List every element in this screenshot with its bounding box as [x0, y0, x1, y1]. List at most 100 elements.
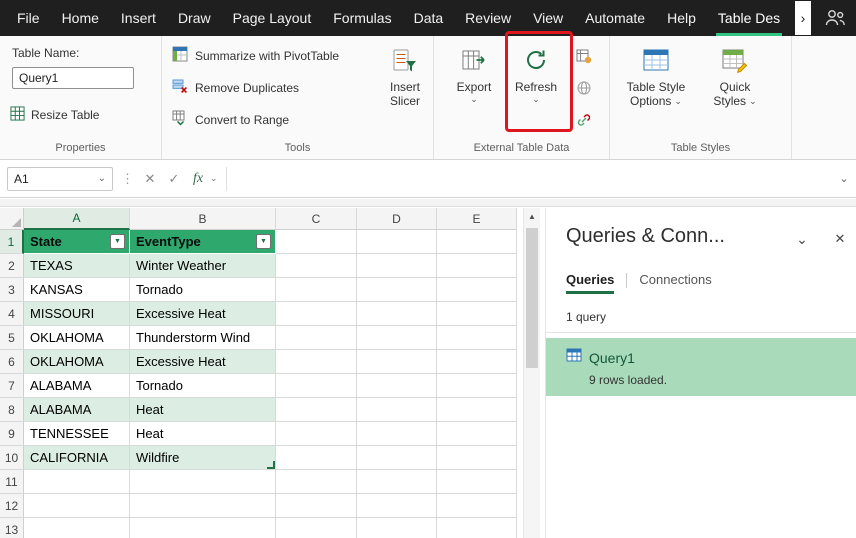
cell-B1[interactable]: EventType▼ [130, 230, 276, 254]
cell-B2[interactable]: Winter Weather [130, 254, 276, 278]
row-header-5[interactable]: 5 [0, 326, 24, 350]
cell-B13[interactable] [130, 518, 276, 538]
cell-C8[interactable] [276, 398, 357, 422]
cell-D13[interactable] [357, 518, 437, 538]
menu-tab-formulas[interactable]: Formulas [322, 0, 402, 36]
cell-A7[interactable]: ALABAMA [24, 374, 130, 398]
insert-slicer-button[interactable]: Insert Slicer [380, 38, 430, 140]
menu-tab-review[interactable]: Review [454, 0, 522, 36]
cell-E5[interactable] [437, 326, 517, 350]
cell-B12[interactable] [130, 494, 276, 518]
menu-tab-table-design[interactable]: Table Des [707, 0, 791, 36]
row-header-2[interactable]: 2 [0, 254, 24, 278]
row-header-3[interactable]: 3 [0, 278, 24, 302]
cell-A5[interactable]: OKLAHOMA [24, 326, 130, 350]
menu-tab-draw[interactable]: Draw [167, 0, 222, 36]
cell-A4[interactable]: MISSOURI [24, 302, 130, 326]
insert-function-button[interactable]: fx [186, 167, 210, 191]
cell-E12[interactable] [437, 494, 517, 518]
table-style-options-button[interactable]: Table Style Options ⌄ [618, 38, 694, 140]
cell-A8[interactable]: ALABAMA [24, 398, 130, 422]
cell-A1[interactable]: State▼ [24, 230, 130, 254]
column-header-A[interactable]: A [24, 208, 130, 230]
cell-A9[interactable]: TENNESSEE [24, 422, 130, 446]
menu-tab-help[interactable]: Help [656, 0, 707, 36]
panel-chevron-icon[interactable]: ⌄ [791, 228, 813, 250]
cell-D10[interactable] [357, 446, 437, 470]
cell-A11[interactable] [24, 470, 130, 494]
panel-close-icon[interactable]: ✕ [829, 228, 851, 250]
table-properties-button[interactable] [572, 44, 596, 68]
column-header-B[interactable]: B [130, 208, 276, 230]
cell-A13[interactable] [24, 518, 130, 538]
menu-tab-automate[interactable]: Automate [574, 0, 656, 36]
cell-D6[interactable] [357, 350, 437, 374]
vertical-scrollbar[interactable]: ▲ [523, 208, 540, 538]
cell-B8[interactable]: Heat [130, 398, 276, 422]
cell-D11[interactable] [357, 470, 437, 494]
enter-button[interactable]: ✓ [162, 167, 186, 191]
people-icon[interactable] [821, 7, 849, 29]
cell-B11[interactable] [130, 470, 276, 494]
row-header-6[interactable]: 6 [0, 350, 24, 374]
cell-C4[interactable] [276, 302, 357, 326]
cell-A2[interactable]: TEXAS [24, 254, 130, 278]
cell-B3[interactable]: Tornado [130, 278, 276, 302]
scroll-up-icon[interactable]: ▲ [524, 208, 540, 225]
name-box-chevron-icon[interactable]: ⌄ [98, 173, 106, 184]
cell-C3[interactable] [276, 278, 357, 302]
table-name-input[interactable] [12, 67, 134, 89]
row-header-7[interactable]: 7 [0, 374, 24, 398]
cell-D9[interactable] [357, 422, 437, 446]
cell-C1[interactable] [276, 230, 357, 254]
cell-B7[interactable]: Tornado [130, 374, 276, 398]
row-header-13[interactable]: 13 [0, 518, 24, 538]
cell-C10[interactable] [276, 446, 357, 470]
menu-tab-data[interactable]: Data [403, 0, 455, 36]
cell-D1[interactable] [357, 230, 437, 254]
cell-E11[interactable] [437, 470, 517, 494]
filter-dropdown-button[interactable]: ▼ [256, 234, 271, 249]
summarize-with-pivottable-button[interactable]: Summarize with PivotTable [172, 46, 339, 65]
row-header-10[interactable]: 10 [0, 446, 24, 470]
row-header-8[interactable]: 8 [0, 398, 24, 422]
resize-table-button[interactable]: Resize Table [10, 106, 99, 124]
row-header-1[interactable]: 1 [0, 230, 24, 254]
cell-C7[interactable] [276, 374, 357, 398]
menu-tab-view[interactable]: View [522, 0, 574, 36]
cell-E8[interactable] [437, 398, 517, 422]
cancel-button[interactable]: ✕ [138, 167, 162, 191]
tab-overflow-button[interactable]: › [795, 1, 811, 35]
cell-D7[interactable] [357, 374, 437, 398]
cell-E10[interactable] [437, 446, 517, 470]
remove-duplicates-button[interactable]: Remove Duplicates [172, 78, 299, 97]
cell-E13[interactable] [437, 518, 517, 538]
cell-D4[interactable] [357, 302, 437, 326]
cell-E1[interactable] [437, 230, 517, 254]
column-header-E[interactable]: E [437, 208, 517, 230]
name-box[interactable]: A1 ⌄ [7, 167, 113, 191]
panel-tab-queries[interactable]: Queries [566, 272, 614, 294]
cell-C6[interactable] [276, 350, 357, 374]
row-header-12[interactable]: 12 [0, 494, 24, 518]
refresh-button[interactable]: Refresh ⌄ [508, 38, 564, 140]
cell-C13[interactable] [276, 518, 357, 538]
cell-A6[interactable]: OKLAHOMA [24, 350, 130, 374]
column-header-D[interactable]: D [357, 208, 437, 230]
row-header-9[interactable]: 9 [0, 422, 24, 446]
formula-input[interactable] [226, 167, 832, 191]
cell-B4[interactable]: Excessive Heat [130, 302, 276, 326]
formula-bar-expand-icon[interactable]: ⌄ [832, 172, 856, 185]
column-header-C[interactable]: C [276, 208, 357, 230]
cell-E3[interactable] [437, 278, 517, 302]
cell-C9[interactable] [276, 422, 357, 446]
cell-A10[interactable]: CALIFORNIA [24, 446, 130, 470]
scrollbar-thumb[interactable] [526, 228, 538, 368]
cell-E9[interactable] [437, 422, 517, 446]
convert-to-range-button[interactable]: Convert to Range [172, 110, 289, 129]
menu-tab-insert[interactable]: Insert [110, 0, 167, 36]
cell-E7[interactable] [437, 374, 517, 398]
cell-B9[interactable]: Heat [130, 422, 276, 446]
cell-C2[interactable] [276, 254, 357, 278]
select-all-button[interactable] [0, 208, 24, 230]
